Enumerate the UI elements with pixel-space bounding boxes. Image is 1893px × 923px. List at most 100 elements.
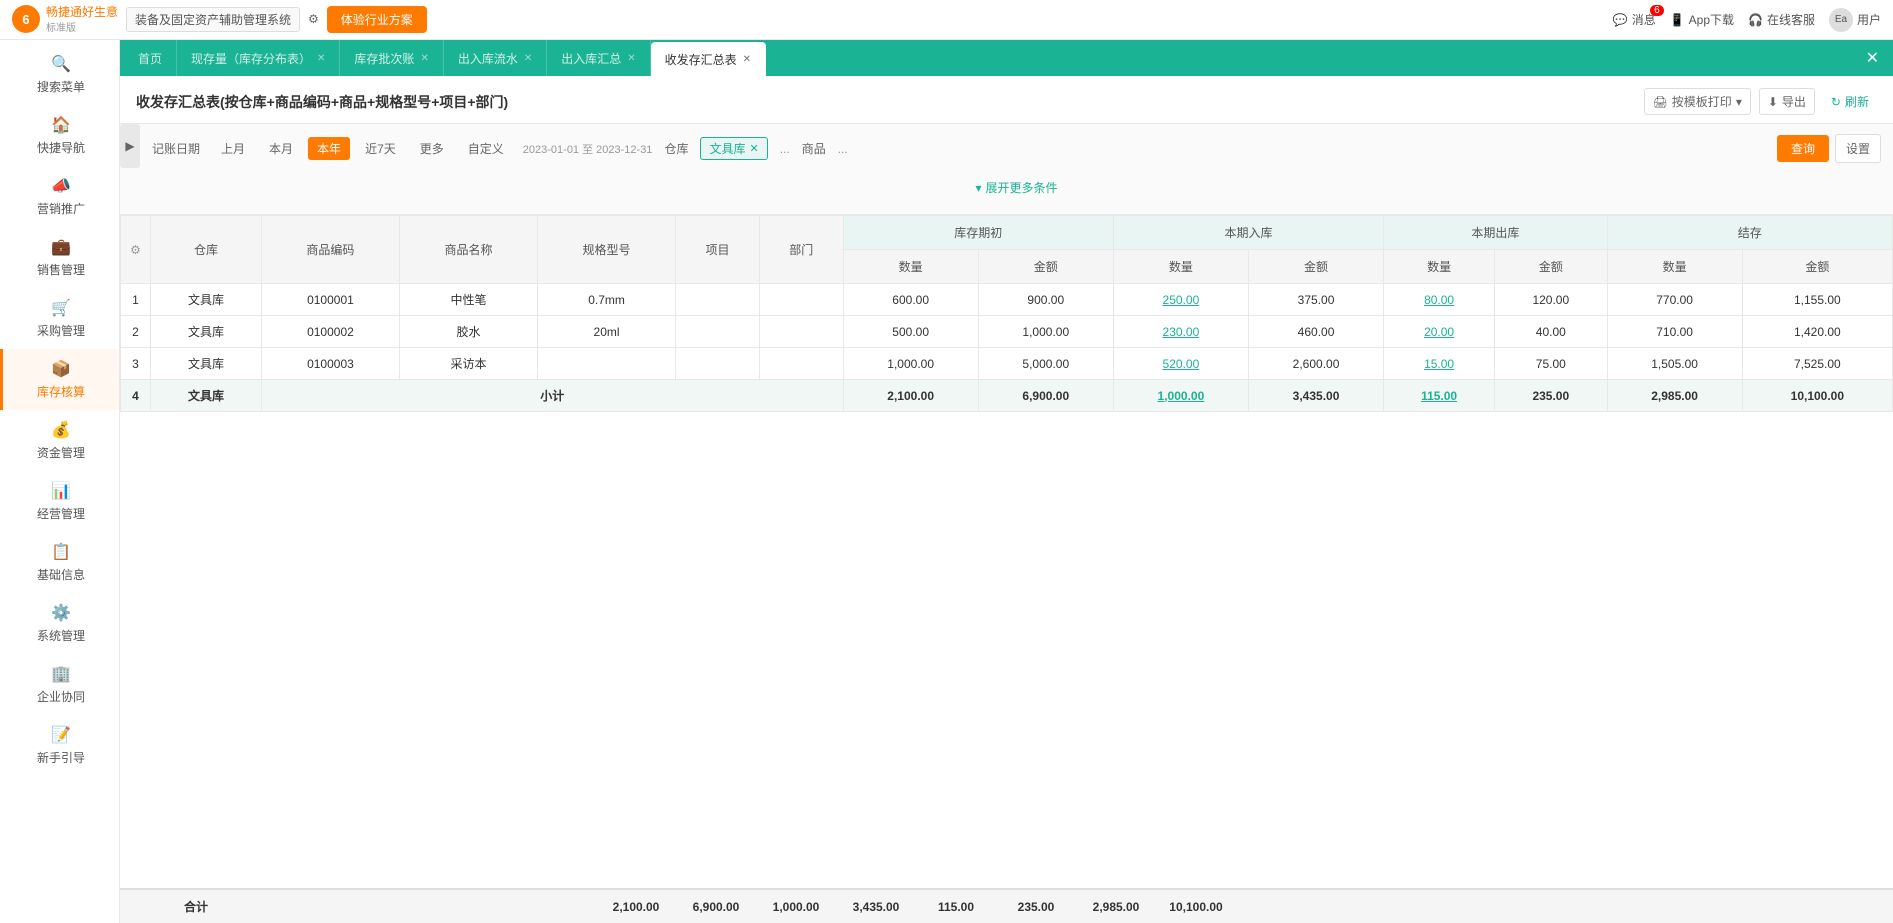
sidebar-label-marketing: 营销推广 [37,200,85,217]
tab-inout-summary-close[interactable]: ✕ [627,53,635,64]
row-closing-qty: 710.00 [1607,316,1742,348]
tab-close-all[interactable]: ✕ [1856,48,1889,68]
sidebar-item-sales[interactable]: 💼 销售管理 [0,227,119,288]
page-header: 收发存汇总表(按仓库+商品编码+商品+规格型号+项目+部门) 🖨 按模板打印 ▾… [120,76,1893,124]
export-button[interactable]: ⬇ 导出 [1759,88,1815,115]
col-in-qty-header: 数量 [1113,250,1248,284]
col-settings-header[interactable]: ⚙ [121,216,151,284]
table-row: 3 文具库 0100003 采访本 1,000.00 5,000.00 520.… [121,348,1893,380]
date-btn-this-month[interactable]: 本月 [260,137,302,160]
row-goodsname: 采访本 [399,348,537,380]
row-out-qty[interactable]: 15.00 [1384,348,1495,380]
subtotal-closing-amt: 10,100.00 [1742,380,1892,412]
row-closing-amt: 7,525.00 [1742,348,1892,380]
date-btn-custom[interactable]: 自定义 [459,137,513,160]
expand-conditions-button[interactable]: ▾ 展开更多条件 [975,179,1057,196]
row-in-qty[interactable]: 250.00 [1113,284,1248,316]
row-no: 1 [121,284,151,316]
date-btn-7days[interactable]: 近7天 [356,137,405,160]
sidebar-item-basic[interactable]: 📋 基础信息 [0,532,119,593]
row-in-qty[interactable]: 520.00 [1113,348,1248,380]
system-title[interactable]: 装备及固定资产辅助管理系统 [126,7,300,32]
col-warehouse-header: 仓库 [151,216,262,284]
headset-icon: 🎧 [1748,13,1763,27]
sidebar-item-inventory[interactable]: 📦 库存核算 [0,349,119,410]
warehouse-tag: 文具库 ✕ [700,137,767,160]
sidebar-item-purchase[interactable]: 🛒 采购管理 [0,288,119,349]
tab-home[interactable]: 首页 [124,40,177,76]
logo-text: 畅捷通好生意 [46,5,118,19]
message-item[interactable]: 💬 消息 6 [1613,11,1656,28]
warehouse-more-btn[interactable]: ... [780,142,790,156]
tab-inout-flow[interactable]: 出入库流水 ✕ [444,40,547,76]
row-warehouse: 文具库 [151,316,262,348]
sidebar-item-system[interactable]: ⚙️ 系统管理 [0,593,119,654]
phone-icon: 📱 [1670,13,1685,27]
col-out-amt-header: 金额 [1495,250,1607,284]
export-icon: ⬇ [1768,95,1778,109]
date-btn-more[interactable]: 更多 [411,137,453,160]
row-opening-amt: 1,000.00 [978,316,1113,348]
tab-stock-dist[interactable]: 现存量（库存分布表） ✕ [177,40,340,76]
data-table: ⚙ 仓库 商品编码 商品名称 规格型号 项目 部门 库存期初 本期入库 本期出库… [120,215,1893,412]
print-icon: 🖨 [1653,95,1668,109]
subtotal-in-amt: 3,435.00 [1248,380,1383,412]
col-out-qty-header: 数量 [1384,250,1495,284]
settings-small-button[interactable]: 设置 [1835,134,1881,163]
print-button[interactable]: 🖨 按模板打印 ▾ [1644,88,1751,115]
row-out-qty[interactable]: 20.00 [1384,316,1495,348]
warehouse-tag-close[interactable]: ✕ [749,142,758,155]
trial-button[interactable]: 体验行业方案 [327,6,427,33]
col-goodscode-header: 商品编码 [261,216,399,284]
row-out-qty[interactable]: 80.00 [1384,284,1495,316]
sidebar-item-search[interactable]: 🔍 搜索菜单 [0,44,119,105]
row-closing-qty: 1,505.00 [1607,348,1742,380]
row-goodsname: 中性笔 [399,284,537,316]
app-download-item[interactable]: 📱 App下载 [1670,11,1734,28]
row-no: 3 [121,348,151,380]
tab-bar: 首页 现存量（库存分布表） ✕ 库存批次账 ✕ 出入库流水 ✕ 出入库汇总 ✕ … [120,40,1893,76]
tab-inout-flow-close[interactable]: ✕ [524,53,532,64]
total-closing-qty: 2,985.00 [1076,900,1156,914]
row-out-amt: 40.00 [1495,316,1607,348]
sidebar-label-inventory: 库存核算 [37,383,85,400]
tab-stock-dist-close[interactable]: ✕ [317,53,325,64]
user-item[interactable]: Ea 用户 [1829,8,1881,32]
goods-more-btn[interactable]: ... [838,142,848,156]
tab-inout-summary[interactable]: 出入库汇总 ✕ [547,40,650,76]
sidebar-item-guide[interactable]: 📝 新手引导 [0,715,119,776]
date-btn-last-month[interactable]: 上月 [212,137,254,160]
col-project-header: 项目 [676,216,760,284]
online-service-item[interactable]: 🎧 在线客服 [1748,11,1815,28]
date-btn-this-year[interactable]: 本年 [308,137,350,160]
sales-icon: 💼 [51,237,71,257]
sidebar-item-quick[interactable]: 🏠 快捷导航 [0,105,119,166]
sidebar-label-basic: 基础信息 [37,566,85,583]
subtotal-closing-qty: 2,985.00 [1607,380,1742,412]
sidebar-item-operations[interactable]: 📊 经营管理 [0,471,119,532]
marketing-icon: 📣 [51,176,71,196]
tab-batch-close[interactable]: ✕ [420,53,428,64]
enterprise-icon: 🏢 [51,664,71,684]
row-in-qty[interactable]: 230.00 [1113,316,1248,348]
sidebar-item-enterprise[interactable]: 🏢 企业协同 [0,654,119,715]
top-bar-left: 6 畅捷通好生意 标准版 装备及固定资产辅助管理系统 ⚙ 体验行业方案 [12,5,427,34]
refresh-button[interactable]: ↻ 刷新 [1823,89,1877,114]
top-bar: 6 畅捷通好生意 标准版 装备及固定资产辅助管理系统 ⚙ 体验行业方案 💬 消息… [0,0,1893,40]
row-no: 2 [121,316,151,348]
tab-home-label: 首页 [138,50,162,67]
filter-toggle-button[interactable]: ▶ [120,124,140,168]
row-in-amt: 460.00 [1248,316,1383,348]
tab-recv-summary[interactable]: 收发存汇总表 ✕ [651,42,766,76]
settings-icon[interactable]: ⚙ [308,12,319,26]
operations-icon: 📊 [51,481,71,501]
tab-recv-summary-close[interactable]: ✕ [743,54,751,65]
tab-batch[interactable]: 库存批次账 ✕ [340,40,443,76]
query-button[interactable]: 查询 [1777,135,1829,162]
subtotal-no: 4 [121,380,151,412]
row-out-amt: 120.00 [1495,284,1607,316]
sidebar-item-finance[interactable]: 💰 资金管理 [0,410,119,471]
row-goodsspec: 20ml [538,316,676,348]
sidebar-item-marketing[interactable]: 📣 营销推广 [0,166,119,227]
logo-sub: 标准版 [46,19,118,34]
